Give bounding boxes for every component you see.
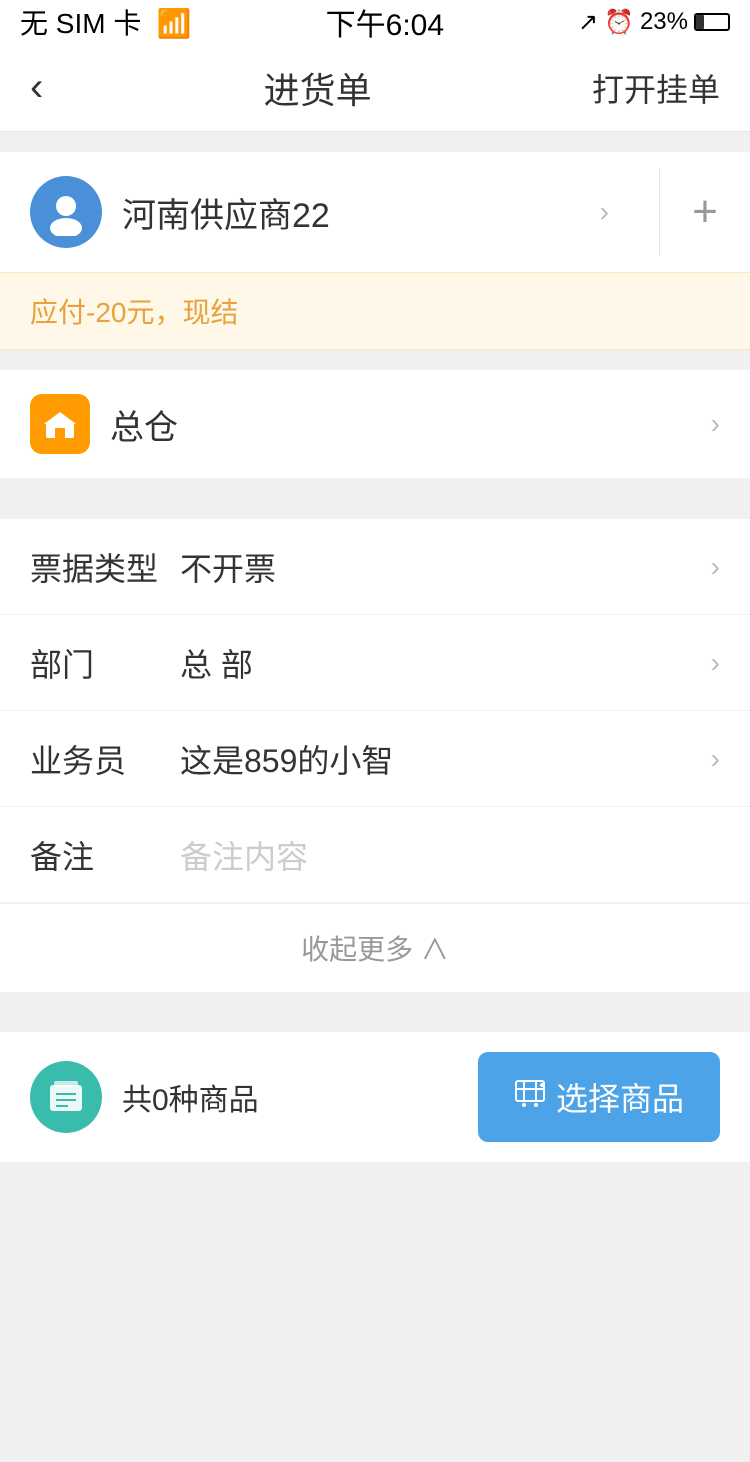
- section-divider-4: [0, 992, 750, 1012]
- supplier-arrow-icon: ›: [600, 196, 609, 228]
- collapse-text: 收起更多 ∧: [301, 928, 449, 968]
- nav-title: 进货单: [264, 62, 372, 114]
- invoice-type-value: 不开票: [170, 544, 711, 590]
- department-arrow-icon: ›: [711, 647, 720, 679]
- warehouse-arrow-icon: ›: [711, 408, 720, 440]
- select-product-label: 选择商品: [556, 1074, 684, 1120]
- section-divider-3: [0, 479, 750, 499]
- supplier-section: 河南供应商22 › +: [0, 152, 750, 272]
- salesperson-row[interactable]: 业务员 这是859的小智 ›: [0, 711, 750, 807]
- battery-text: 23%: [640, 8, 688, 36]
- invoice-type-row[interactable]: 票据类型 不开票 ›: [0, 519, 750, 615]
- salesperson-arrow-icon: ›: [711, 743, 720, 775]
- remark-label: 备注: [30, 832, 170, 878]
- salesperson-label: 业务员: [30, 736, 170, 782]
- cart-icon: [514, 1077, 546, 1117]
- add-supplier-button[interactable]: +: [660, 152, 750, 272]
- status-time: 下午6:04: [326, 0, 444, 44]
- department-row[interactable]: 部门 总 部 ›: [0, 615, 750, 711]
- status-left: 无 SIM 卡 📶: [20, 2, 192, 42]
- salesperson-value: 这是859的小智: [170, 736, 711, 782]
- empty-area: [0, 1162, 750, 1462]
- status-right: ↗ ⏰ 23%: [578, 8, 730, 37]
- invoice-type-arrow-icon: ›: [711, 551, 720, 583]
- department-value: 总 部: [170, 640, 711, 686]
- invoice-type-label: 票据类型: [30, 544, 170, 590]
- form-section: 票据类型 不开票 › 部门 总 部 › 业务员 这是859的小智 › 备注 备注…: [0, 519, 750, 992]
- warehouse-name: 总仓: [110, 400, 711, 449]
- supplier-select-button[interactable]: 河南供应商22 ›: [0, 152, 659, 272]
- open-pending-button[interactable]: 打开挂单: [592, 65, 720, 111]
- nav-bar: ‹ 进货单 打开挂单: [0, 44, 750, 132]
- collapse-button[interactable]: 收起更多 ∧: [0, 903, 750, 992]
- remark-row[interactable]: 备注 备注内容: [0, 807, 750, 903]
- plus-icon: +: [692, 187, 718, 237]
- select-product-button[interactable]: 选择商品: [478, 1052, 720, 1142]
- back-button[interactable]: ‹: [30, 65, 43, 110]
- notice-text: 应付-20元，现结: [30, 297, 238, 328]
- warehouse-icon: [30, 394, 90, 454]
- product-icon-wrap: [30, 1061, 102, 1133]
- supplier-avatar: [30, 176, 102, 248]
- section-divider-1: [0, 132, 750, 152]
- warehouse-select-button[interactable]: 总仓 ›: [0, 370, 750, 479]
- remark-value: 备注内容: [170, 832, 720, 878]
- battery-icon: [694, 13, 730, 31]
- notice-bar: 应付-20元，现结: [0, 272, 750, 350]
- section-divider-2: [0, 350, 750, 370]
- location-icon: ↗: [578, 8, 598, 37]
- alarm-icon: ⏰: [604, 8, 634, 37]
- bottom-bar: 共0种商品 选择商品: [0, 1032, 750, 1162]
- department-label: 部门: [30, 640, 170, 686]
- supplier-name: 河南供应商22: [122, 188, 600, 237]
- product-count-text: 共0种商品: [122, 1075, 458, 1119]
- status-bar: 无 SIM 卡 📶 下午6:04 ↗ ⏰ 23%: [0, 0, 750, 44]
